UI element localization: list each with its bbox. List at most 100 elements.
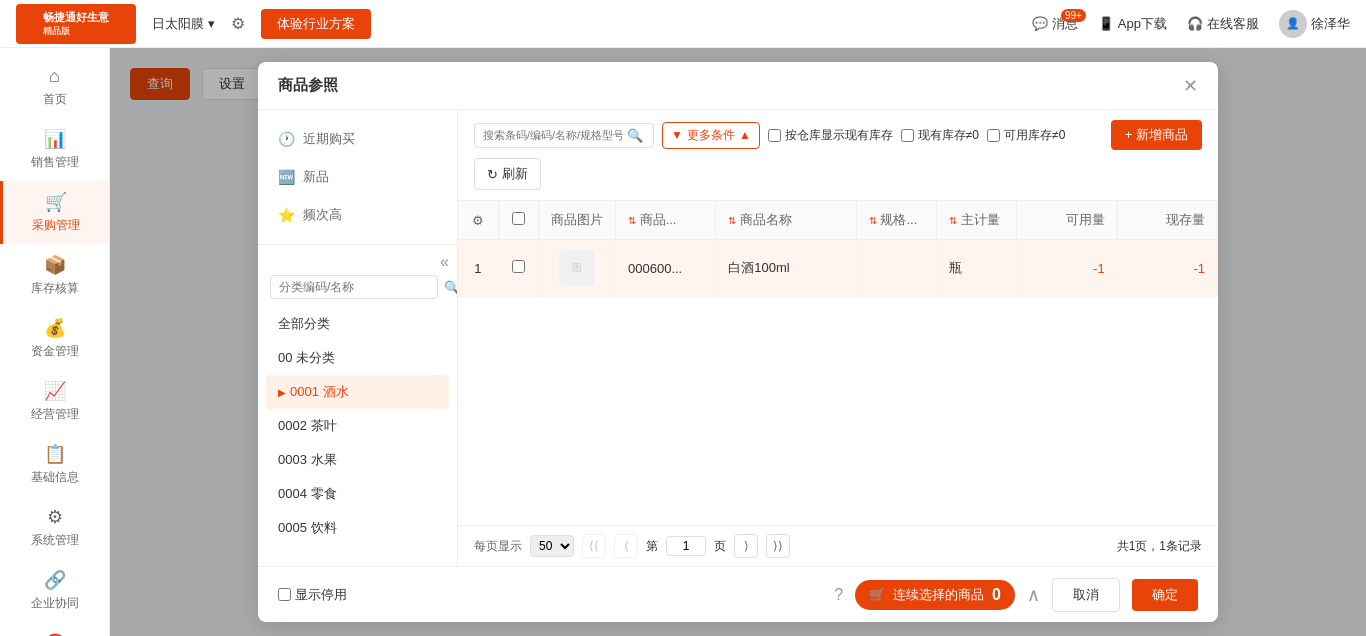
- sidebar-item-home[interactable]: ⌂ 首页: [0, 56, 109, 118]
- checkbox-warehouse-input[interactable]: [768, 129, 781, 142]
- tab-new[interactable]: 🆕 新品: [266, 160, 449, 194]
- category-all[interactable]: 全部分类: [266, 307, 449, 341]
- checkbox-stock-label: 现有库存≠0: [918, 127, 979, 144]
- first-page-btn[interactable]: ⟨⟨: [582, 534, 606, 558]
- col-label: 商品名称: [740, 212, 792, 227]
- category-label: 0005 饮料: [278, 519, 337, 537]
- add-product-btn[interactable]: + 新增商品: [1111, 120, 1202, 150]
- tab-recent[interactable]: 🕐 近期购买: [266, 122, 449, 156]
- home-icon: ⌂: [49, 66, 60, 87]
- category-0008[interactable]: 0008 水: [266, 545, 449, 554]
- per-page-select[interactable]: 50: [530, 535, 574, 557]
- sidebar-item-purchase[interactable]: 🛒 采购管理: [0, 181, 109, 244]
- business-icon: 📈: [44, 380, 66, 402]
- category-search-input[interactable]: [270, 275, 438, 299]
- checkbox-stock-input[interactable]: [901, 129, 914, 142]
- confirm-btn[interactable]: 确定: [1132, 579, 1198, 611]
- select-all-checkbox[interactable]: [512, 212, 525, 225]
- store-selector[interactable]: 日太阳膜 ▾: [152, 15, 219, 33]
- cell-check[interactable]: [498, 240, 538, 297]
- category-0003[interactable]: 0003 水果: [266, 443, 449, 477]
- col-header-spec[interactable]: ⇅ 规格...: [856, 201, 936, 240]
- username-label: 徐泽华: [1311, 15, 1350, 33]
- message-item[interactable]: 💬 消息 99+: [1032, 15, 1078, 33]
- left-panel-tabs: 🕐 近期购买 🆕 新品 ⭐ 频次高: [258, 122, 457, 232]
- sidebar-item-label: 采购管理: [32, 217, 80, 234]
- sidebar-item-base[interactable]: 📋 基础信息: [0, 433, 109, 496]
- row-checkbox[interactable]: [512, 260, 525, 273]
- new-icon: 🆕: [278, 169, 295, 185]
- sidebar-item-business[interactable]: 📈 经营管理: [0, 370, 109, 433]
- settings-icon[interactable]: ⚙: [231, 14, 245, 33]
- help-icon[interactable]: ?: [834, 586, 843, 604]
- online-service-item[interactable]: 🎧 在线客服: [1187, 15, 1259, 33]
- tab-frequent[interactable]: ⭐ 频次高: [266, 198, 449, 232]
- col-header-name[interactable]: ⇅ 商品名称: [716, 201, 856, 240]
- checkbox-stock-nonzero[interactable]: 现有库存≠0: [901, 127, 979, 144]
- user-item[interactable]: 👤 徐泽华: [1279, 10, 1350, 38]
- last-page-btn[interactable]: ⟩⟩: [766, 534, 790, 558]
- tab-label: 新品: [303, 168, 329, 186]
- refresh-icon: ↻: [487, 167, 498, 182]
- category-00[interactable]: 00 未分类: [266, 341, 449, 375]
- next-page-btn[interactable]: ⟩: [734, 534, 758, 558]
- category-0002[interactable]: 0002 茶叶: [266, 409, 449, 443]
- checkbox-avail-input[interactable]: [987, 129, 1000, 142]
- settings-icon-col[interactable]: ⚙: [472, 213, 484, 228]
- guide-icon: 🎯: [44, 632, 66, 636]
- sidebar-item-collab[interactable]: 🔗 企业协同: [0, 559, 109, 622]
- app-download-label: App下载: [1118, 15, 1167, 33]
- col-header-stock: 现存量: [1117, 201, 1217, 240]
- page-input[interactable]: [666, 536, 706, 556]
- refresh-btn[interactable]: ↻ 刷新: [474, 158, 541, 190]
- category-0004[interactable]: 0004 零食: [266, 477, 449, 511]
- category-search-icon[interactable]: 🔍: [444, 280, 458, 295]
- product-search-input[interactable]: [483, 129, 623, 141]
- category-tree: 全部分类 00 未分类 ▶ 0001 酒水 0002 茶叶: [258, 307, 457, 554]
- product-search-icon[interactable]: 🔍: [627, 128, 643, 143]
- sidebar-item-label: 系统管理: [31, 532, 79, 549]
- col-header-unit[interactable]: ⇅ 主计量: [937, 201, 1017, 240]
- product-search-box[interactable]: 🔍: [474, 123, 654, 148]
- checkbox-warehouse[interactable]: 按仓库显示现有库存: [768, 127, 893, 144]
- product-reference-modal: 商品参照 ✕ 🕐 近期购买 🆕: [258, 62, 1218, 622]
- page-label: 第: [646, 538, 658, 555]
- cancel-btn[interactable]: 取消: [1052, 578, 1120, 612]
- show-disabled-checkbox[interactable]: 显示停用: [278, 586, 347, 604]
- col-header-code[interactable]: ⇅ 商品...: [616, 201, 716, 240]
- category-0001[interactable]: ▶ 0001 酒水: [266, 375, 449, 409]
- sidebar-item-sales[interactable]: 📊 销售管理: [0, 118, 109, 181]
- col-label: 商品...: [640, 212, 677, 227]
- sidebar-item-guide[interactable]: 🎯 新手引导: [0, 622, 109, 636]
- modal-close-btn[interactable]: ✕: [1183, 75, 1198, 97]
- category-label: 0003 水果: [278, 451, 337, 469]
- sidebar-item-finance[interactable]: 💰 资金管理: [0, 307, 109, 370]
- app-download-icon: 📱: [1098, 16, 1114, 31]
- category-search-row: 🔍: [258, 275, 457, 299]
- experience-btn[interactable]: 体验行业方案: [261, 9, 371, 39]
- footer-collapse-btn[interactable]: ∧: [1027, 584, 1040, 606]
- category-label: 0002 茶叶: [278, 417, 337, 435]
- col-header-check: [498, 201, 538, 240]
- show-disabled-label: 显示停用: [295, 586, 347, 604]
- base-icon: 📋: [44, 443, 66, 465]
- inventory-icon: 📦: [44, 254, 66, 276]
- table-row[interactable]: 1 图 000600... 白酒100ml: [458, 240, 1218, 297]
- left-panel: 🕐 近期购买 🆕 新品 ⭐ 频次高: [258, 110, 458, 566]
- category-0005[interactable]: 0005 饮料: [266, 511, 449, 545]
- sidebar-item-inventory[interactable]: 📦 库存核算: [0, 244, 109, 307]
- col-label: 现存量: [1166, 212, 1205, 227]
- more-filter-btn[interactable]: ▼ 更多条件 ▲: [662, 122, 760, 149]
- cart-btn[interactable]: 🛒 连续选择的商品 0: [855, 580, 1015, 610]
- category-label: 00 未分类: [278, 349, 335, 367]
- sidebar-item-label: 销售管理: [31, 154, 79, 171]
- modal-header: 商品参照 ✕: [258, 62, 1218, 110]
- tab-label: 频次高: [303, 206, 342, 224]
- collapse-left-btn[interactable]: «: [440, 253, 449, 271]
- checkbox-avail-nonzero[interactable]: 可用库存≠0: [987, 127, 1065, 144]
- avatar: 👤: [1279, 10, 1307, 38]
- sidebar-item-system[interactable]: ⚙ 系统管理: [0, 496, 109, 559]
- prev-page-btn[interactable]: ⟨: [614, 534, 638, 558]
- app-download-item[interactable]: 📱 App下载: [1098, 15, 1167, 33]
- show-disabled-input[interactable]: [278, 588, 291, 601]
